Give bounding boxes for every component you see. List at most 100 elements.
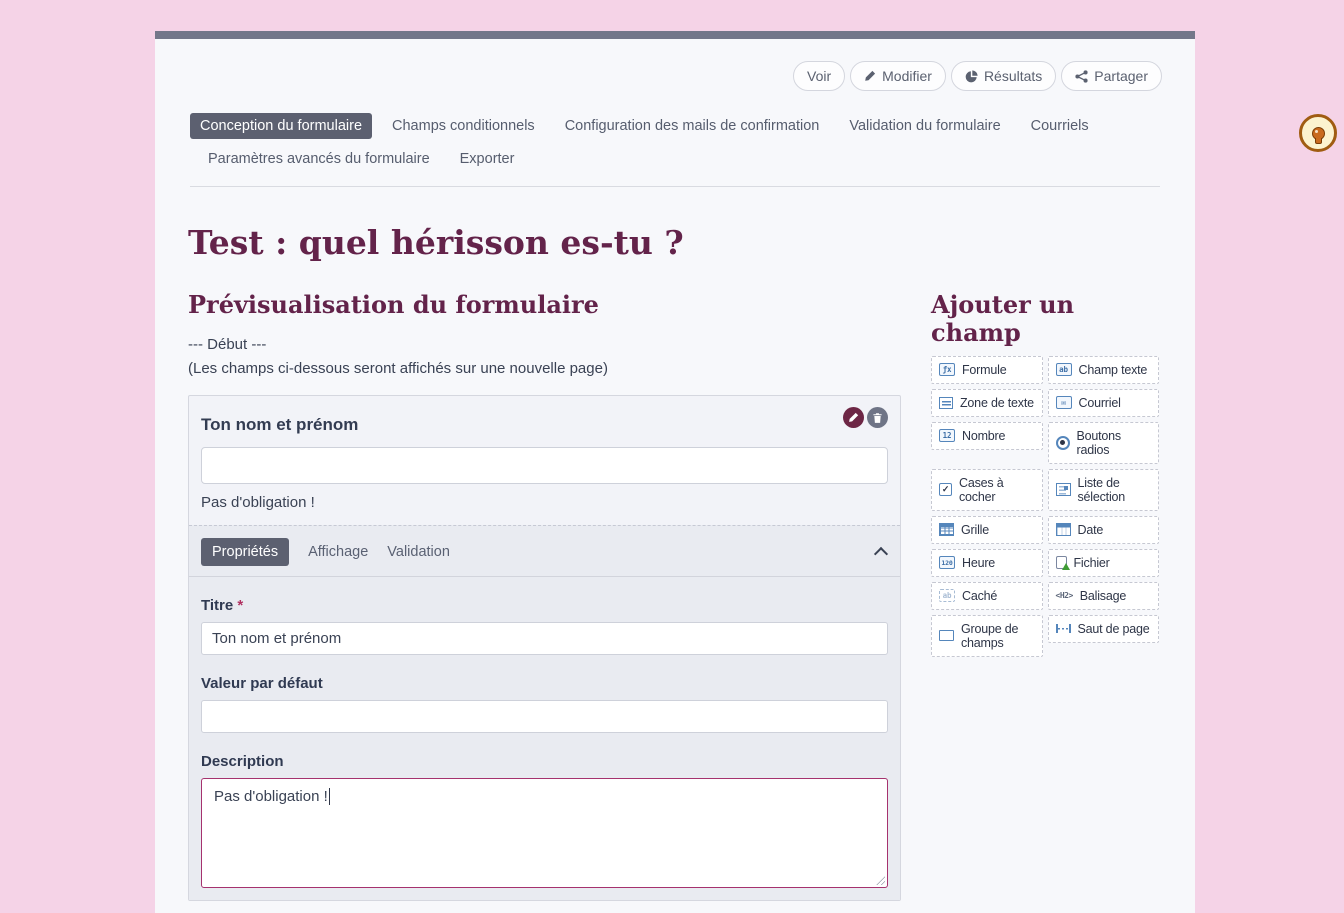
button-label: Balisage [1080, 589, 1126, 603]
add-groupe-de-champs-button[interactable]: Groupe de champs [931, 615, 1043, 657]
calendar-icon [1056, 523, 1071, 536]
form-admin-tabs: Conception du formulaire Champs conditio… [190, 113, 1160, 187]
share-icon [1075, 70, 1088, 83]
field-help-text: Pas d'obligation ! [201, 494, 888, 511]
button-label: Grille [961, 523, 989, 537]
time-icon: 120 [939, 556, 955, 569]
tab-validation[interactable]: Validation [387, 538, 450, 566]
field-editor-card: Ton nom et prénom Pas d'obligation ! [188, 395, 901, 901]
field-type-grid: ƒx Formule ab Champ texte Zone de texte … [931, 356, 1159, 657]
button-label: Zone de texte [960, 396, 1034, 410]
add-champ-texte-button[interactable]: ab Champ texte [1048, 356, 1160, 384]
tab-parametres-avances[interactable]: Paramètres avancés du formulaire [198, 146, 440, 172]
properties-tabs: Propriétés Affichage Validation [189, 538, 900, 577]
preview-heading: Prévisualisation du formulaire [188, 291, 901, 320]
textarea-icon [939, 397, 953, 409]
description-text: Pas d'obligation ! [214, 788, 328, 805]
tab-validation-formulaire[interactable]: Validation du formulaire [839, 113, 1010, 139]
radio-icon [1056, 436, 1070, 450]
tab-conception[interactable]: Conception du formulaire [190, 113, 372, 139]
select-list-icon [1056, 483, 1071, 496]
button-label: Date [1078, 523, 1104, 537]
trash-icon [872, 412, 883, 424]
results-button[interactable]: Résultats [951, 61, 1056, 91]
field-actions [843, 407, 888, 428]
file-upload-icon [1056, 556, 1067, 569]
add-saut-de-page-button[interactable]: Saut de page [1048, 615, 1160, 643]
checkbox-icon: ✓ [939, 483, 952, 496]
page-title: Test : quel hérisson es-tu ? [188, 222, 901, 263]
chevron-up-icon[interactable] [874, 545, 888, 559]
add-date-button[interactable]: Date [1048, 516, 1160, 544]
tab-proprietes[interactable]: Propriétés [201, 538, 289, 566]
field-title: Ton nom et prénom [201, 415, 843, 435]
add-grille-button[interactable]: Grille [931, 516, 1043, 544]
grid-icon [939, 523, 954, 536]
header-actions: Voir Modifier Résultats Partager [793, 61, 1162, 91]
help-lightbulb-button[interactable] [1299, 114, 1337, 152]
add-balisage-button[interactable]: <H2> Balisage [1048, 582, 1160, 610]
field-preview: Ton nom et prénom Pas d'obligation ! [189, 396, 900, 525]
button-label: Champ texte [1079, 363, 1148, 377]
tabs-row-1: Conception du formulaire Champs conditio… [190, 113, 1160, 139]
default-value-label: Valeur par défaut [201, 675, 888, 692]
field-preview-input[interactable] [201, 447, 888, 484]
top-accent-bar [155, 31, 1195, 39]
results-button-label: Résultats [984, 68, 1042, 84]
pencil-icon [864, 70, 876, 82]
tab-champs-conditionnels[interactable]: Champs conditionnels [382, 113, 545, 139]
pie-chart-icon [965, 70, 978, 83]
fieldset-icon [939, 630, 954, 641]
tab-mails-confirmation[interactable]: Configuration des mails de confirmation [555, 113, 830, 139]
delete-field-button[interactable] [867, 407, 888, 428]
tab-courriels[interactable]: Courriels [1021, 113, 1099, 139]
pencil-icon [848, 412, 859, 423]
add-cache-button[interactable]: ab Caché [931, 582, 1043, 610]
add-nombre-button[interactable]: 12 Nombre [931, 422, 1043, 450]
add-formule-button[interactable]: ƒx Formule [931, 356, 1043, 384]
textfield-icon: ab [1056, 363, 1072, 376]
add-heure-button[interactable]: 120 Heure [931, 549, 1043, 577]
add-field-heading: Ajouter un champ [931, 291, 1159, 348]
button-label: Saut de page [1078, 622, 1150, 636]
button-label: Cases à cocher [959, 476, 1039, 504]
field-properties-panel: Propriétés Affichage Validation Titre * … [189, 525, 900, 900]
hidden-icon: ab [939, 589, 955, 602]
resize-handle[interactable] [876, 876, 885, 885]
button-label: Nombre [962, 429, 1005, 443]
email-icon: ✉ [1056, 396, 1072, 409]
markup-icon: <H2> [1056, 591, 1073, 600]
edit-button[interactable]: Modifier [850, 61, 946, 91]
page-break-icon [1056, 624, 1071, 633]
share-button-label: Partager [1094, 68, 1148, 84]
view-button[interactable]: Voir [793, 61, 845, 91]
button-label: Groupe de champs [961, 622, 1039, 650]
add-cases-a-cocher-button[interactable]: ✓ Cases à cocher [931, 469, 1043, 511]
button-label: Boutons radios [1077, 429, 1156, 457]
default-value-input[interactable] [201, 700, 888, 733]
description-textarea[interactable]: Pas d'obligation ! [201, 778, 888, 888]
text-cursor [329, 788, 331, 805]
button-label: Formule [962, 363, 1006, 377]
add-zone-de-texte-button[interactable]: Zone de texte [931, 389, 1043, 417]
add-courriel-button[interactable]: ✉ Courriel [1048, 389, 1160, 417]
tabs-row-2: Paramètres avancés du formulaire Exporte… [198, 146, 1160, 172]
tab-affichage[interactable]: Affichage [308, 538, 368, 566]
button-label: Liste de sélection [1078, 476, 1156, 504]
formula-icon: ƒx [939, 363, 955, 376]
edit-field-button[interactable] [843, 407, 864, 428]
new-page-note: (Les champs ci-dessous seront affichés s… [188, 360, 901, 377]
tab-exporter[interactable]: Exporter [450, 146, 525, 172]
add-boutons-radios-button[interactable]: Boutons radios [1048, 422, 1160, 464]
button-label: Fichier [1074, 556, 1110, 570]
view-button-label: Voir [807, 68, 831, 84]
share-button[interactable]: Partager [1061, 61, 1162, 91]
add-fichier-button[interactable]: Fichier [1048, 549, 1160, 577]
button-label: Caché [962, 589, 997, 603]
title-label-text: Titre [201, 597, 233, 614]
add-liste-selection-button[interactable]: Liste de sélection [1048, 469, 1160, 511]
form-preview-column: Test : quel hérisson es-tu ? Prévisualis… [188, 222, 901, 913]
edit-button-label: Modifier [882, 68, 932, 84]
title-input[interactable] [201, 622, 888, 655]
button-label: Heure [962, 556, 995, 570]
